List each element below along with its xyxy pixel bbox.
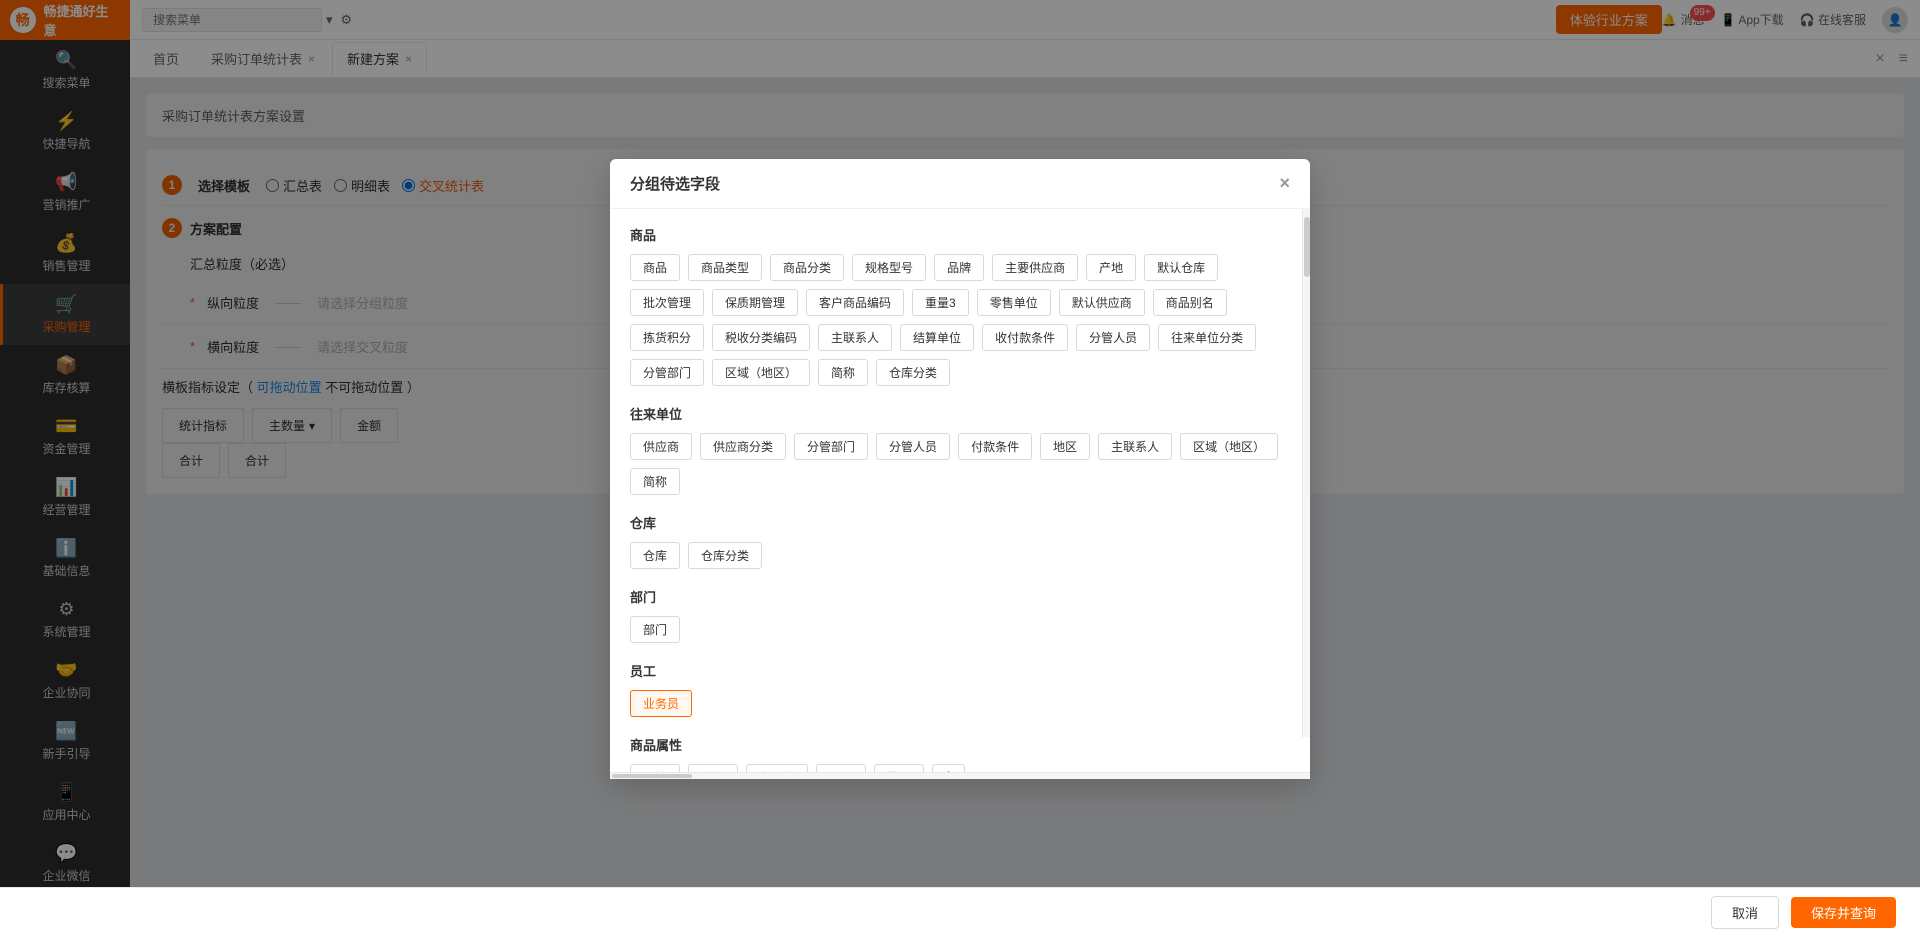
field-tag-0-2[interactable]: 商品分类 xyxy=(770,254,844,281)
field-tag-1-2[interactable]: 分管部门 xyxy=(794,433,868,460)
field-group-title-1: 往来单位 xyxy=(630,404,1290,423)
field-tag-5-1[interactable]: 颜色 xyxy=(688,764,738,772)
field-tags-3: 部门 xyxy=(630,616,1290,643)
field-tag-0-1[interactable]: 商品类型 xyxy=(688,254,762,281)
field-tag-5-4[interactable]: 鞋码 xyxy=(874,764,924,772)
scroll-thumb-h xyxy=(612,774,692,778)
field-group-title-3: 部门 xyxy=(630,587,1290,606)
field-tags-2: 仓库仓库分类 xyxy=(630,542,1290,569)
field-tag-4-0[interactable]: 业务员 xyxy=(630,690,692,717)
field-tag-0-5[interactable]: 主要供应商 xyxy=(992,254,1078,281)
field-group-0: 商品商品商品类型商品分类规格型号品牌主要供应商产地默认仓库批次管理保质期管理客户… xyxy=(630,225,1290,386)
field-tag-5-0[interactable]: 属性 xyxy=(630,764,680,772)
field-tag-2-1[interactable]: 仓库分类 xyxy=(688,542,762,569)
field-tags-1: 供应商供应商分类分管部门分管人员付款条件地区主联系人区域（地区） 简称 xyxy=(630,433,1290,495)
field-group-title-2: 仓库 xyxy=(630,513,1290,532)
modal-body: 商品商品商品类型商品分类规格型号品牌主要供应商产地默认仓库批次管理保质期管理客户… xyxy=(610,209,1310,772)
field-tag-0-22[interactable]: 分管部门 xyxy=(630,359,704,386)
field-tag-1-1[interactable]: 供应商分类 xyxy=(700,433,786,460)
field-tag-0-16[interactable]: 税收分类编码 xyxy=(712,324,810,351)
field-tag-0-11[interactable]: 重量3 xyxy=(912,289,969,316)
field-tag-0-6[interactable]: 产地 xyxy=(1086,254,1136,281)
field-tag-5-5[interactable]: 1 xyxy=(932,764,965,772)
field-tag-0-8[interactable]: 批次管理 xyxy=(630,289,704,316)
field-tag-1-4[interactable]: 付款条件 xyxy=(958,433,1032,460)
field-tag-0-14[interactable]: 商品别名 xyxy=(1153,289,1227,316)
modal-overlay: 分组待选字段 × 商品商品商品类型商品分类规格型号品牌主要供应商产地默认仓库批次… xyxy=(0,0,1920,937)
field-tag-0-0[interactable]: 商品 xyxy=(630,254,680,281)
field-group-3: 部门部门 xyxy=(630,587,1290,643)
field-tag-5-2[interactable]: 多规格 xyxy=(746,764,808,772)
field-tag-0-18[interactable]: 结算单位 xyxy=(900,324,974,351)
field-tag-0-7[interactable]: 默认仓库 xyxy=(1144,254,1218,281)
field-tag-0-25[interactable]: 仓库分类 xyxy=(876,359,950,386)
bottom-bar: 取消 保存并查询 xyxy=(0,887,1920,937)
field-tag-0-13[interactable]: 默认供应商 xyxy=(1059,289,1145,316)
field-tag-0-23[interactable]: 区域（地区） xyxy=(712,359,810,386)
field-group-title-0: 商品 xyxy=(630,225,1290,244)
field-tag-0-4[interactable]: 品牌 xyxy=(934,254,984,281)
field-tag-5-3[interactable]: 尺码 xyxy=(816,764,866,772)
field-tag-2-0[interactable]: 仓库 xyxy=(630,542,680,569)
modal-close-button[interactable]: × xyxy=(1279,174,1290,192)
field-tags-4: 业务员 xyxy=(630,690,1290,717)
field-tag-0-21[interactable]: 往来单位分类 xyxy=(1158,324,1256,351)
field-tag-1-8[interactable]: 简称 xyxy=(630,468,680,495)
field-tag-0-10[interactable]: 客户商品编码 xyxy=(806,289,904,316)
modal-header: 分组待选字段 × xyxy=(610,159,1310,209)
field-tag-1-6[interactable]: 主联系人 xyxy=(1098,433,1172,460)
scroll-thumb-v xyxy=(1304,217,1310,277)
field-tag-0-9[interactable]: 保质期管理 xyxy=(712,289,798,316)
field-tag-0-12[interactable]: 零售单位 xyxy=(977,289,1051,316)
modal-title: 分组待选字段 xyxy=(630,173,720,194)
field-group-5: 商品属性属性颜色多规格尺码鞋码 1 xyxy=(630,735,1290,772)
field-tags-0: 商品商品类型商品分类规格型号品牌主要供应商产地默认仓库批次管理保质期管理客户商品… xyxy=(630,254,1290,386)
field-tag-3-0[interactable]: 部门 xyxy=(630,616,680,643)
field-tag-0-15[interactable]: 拣货积分 xyxy=(630,324,704,351)
vertical-scrollbar[interactable] xyxy=(1302,209,1310,737)
field-group-1: 往来单位供应商供应商分类分管部门分管人员付款条件地区主联系人区域（地区） 简称 xyxy=(630,404,1290,495)
field-tag-1-7[interactable]: 区域（地区） xyxy=(1180,433,1278,460)
cancel-button[interactable]: 取消 xyxy=(1711,896,1779,929)
field-group-4: 员工业务员 xyxy=(630,661,1290,717)
field-tag-1-0[interactable]: 供应商 xyxy=(630,433,692,460)
field-group-title-5: 商品属性 xyxy=(630,735,1290,754)
field-select-modal: 分组待选字段 × 商品商品商品类型商品分类规格型号品牌主要供应商产地默认仓库批次… xyxy=(610,159,1310,779)
field-tag-1-5[interactable]: 地区 xyxy=(1040,433,1090,460)
field-tag-0-24[interactable]: 简称 xyxy=(818,359,868,386)
field-group-title-4: 员工 xyxy=(630,661,1290,680)
field-tag-0-20[interactable]: 分管人员 xyxy=(1076,324,1150,351)
horizontal-scrollbar[interactable] xyxy=(610,772,1310,779)
save-button[interactable]: 保存并查询 xyxy=(1791,897,1896,928)
field-tag-0-17[interactable]: 主联系人 xyxy=(818,324,892,351)
field-tag-1-3[interactable]: 分管人员 xyxy=(876,433,950,460)
field-tags-5: 属性颜色多规格尺码鞋码 1 xyxy=(630,764,1290,772)
field-group-2: 仓库仓库仓库分类 xyxy=(630,513,1290,569)
field-tag-0-19[interactable]: 收付款条件 xyxy=(982,324,1068,351)
field-tag-0-3[interactable]: 规格型号 xyxy=(852,254,926,281)
